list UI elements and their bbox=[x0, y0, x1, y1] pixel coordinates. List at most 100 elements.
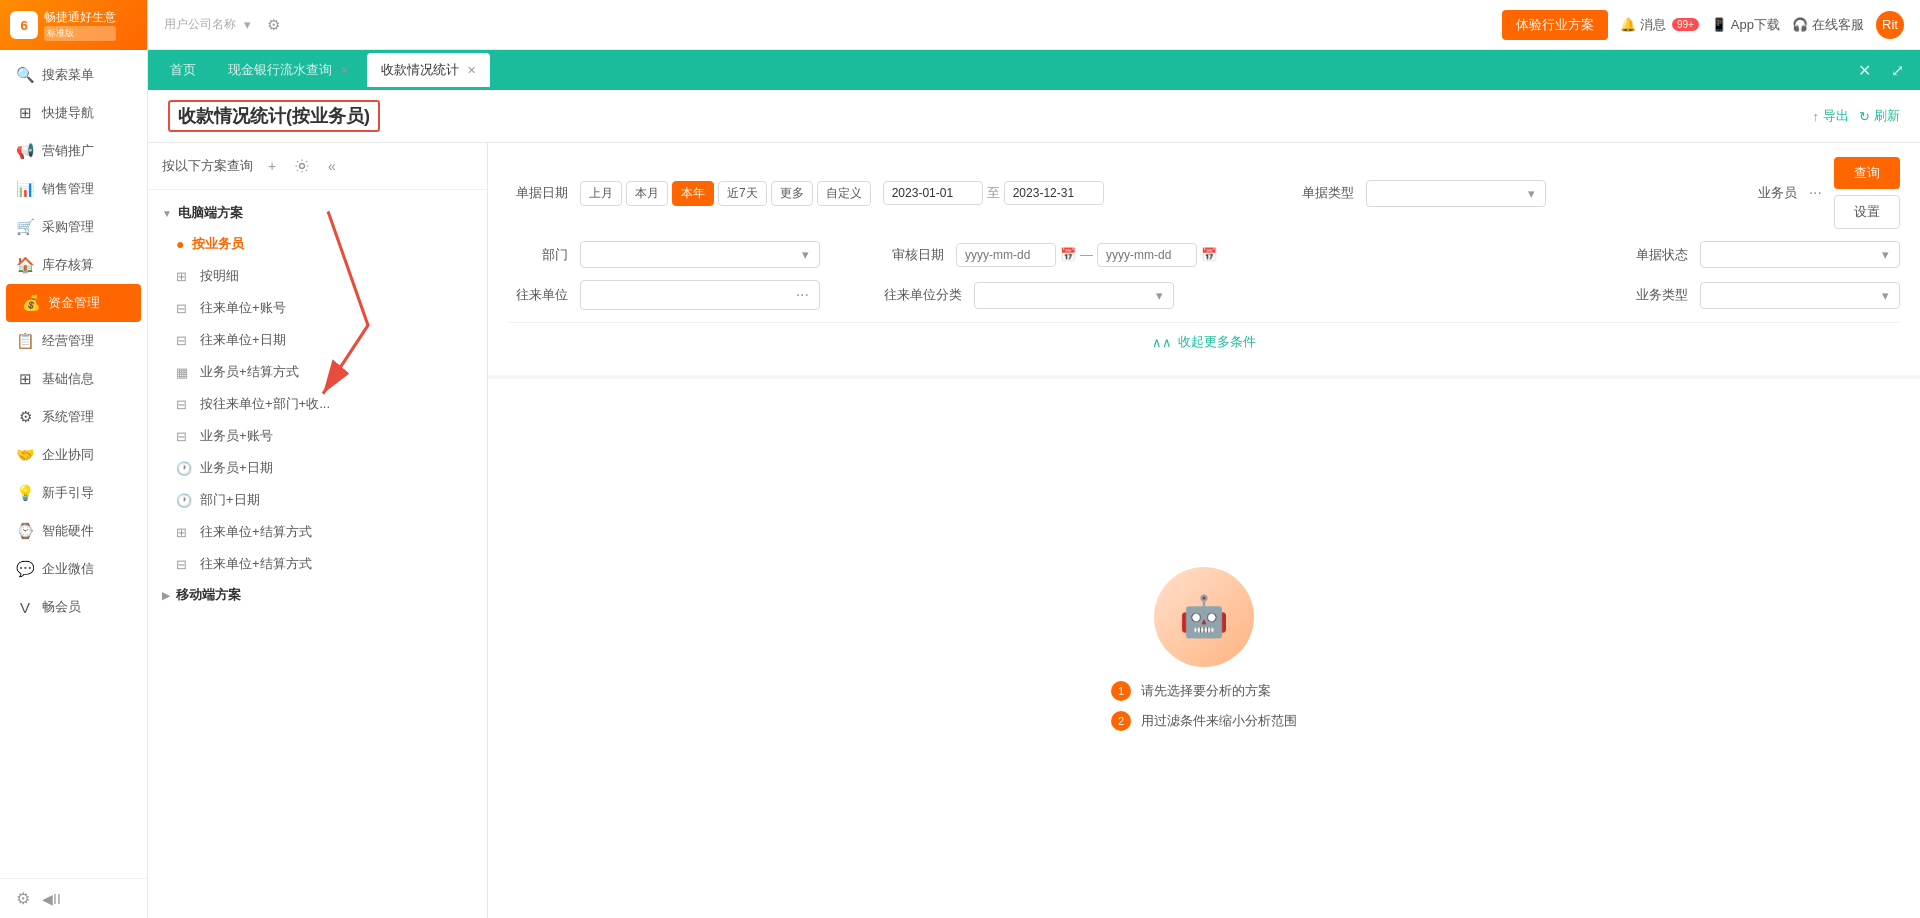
sidebar-item-inventory[interactable]: 🏠 库存核算 bbox=[0, 246, 147, 284]
scheme-group-label: 电脑端方案 bbox=[178, 204, 243, 222]
sidebar-item-enterprise[interactable]: 🤝 企业协同 bbox=[0, 436, 147, 474]
message-badge: 99+ bbox=[1672, 18, 1699, 31]
counterpart-select[interactable]: ··· bbox=[580, 280, 820, 310]
doc-status-select[interactable]: ▾ bbox=[1700, 241, 1900, 268]
scheme-item-salesman-date[interactable]: 🕐 业务员+日期 bbox=[148, 452, 487, 484]
shortcut-more[interactable]: 更多 bbox=[771, 181, 813, 206]
sidebar-item-member[interactable]: V 畅会员 bbox=[0, 588, 147, 626]
sidebar-item-label: 基础信息 bbox=[42, 370, 94, 388]
chevron-down3-icon: ▾ bbox=[1882, 247, 1889, 262]
sidebar-item-basics[interactable]: ⊞ 基础信息 bbox=[0, 360, 147, 398]
sidebar-item-search[interactable]: 🔍 搜索菜单 bbox=[0, 56, 147, 94]
online-service-btn[interactable]: 🎧 在线客服 bbox=[1792, 16, 1864, 34]
shortcut-last-month[interactable]: 上月 bbox=[580, 181, 622, 206]
breadcrumb-area: 用户公司名称 ▾ ⚙ bbox=[164, 16, 1490, 34]
scheme-item-unit-settle1[interactable]: ⊞ 往来单位+结算方式 bbox=[148, 516, 487, 548]
edition-badge: 标准版 bbox=[44, 26, 116, 41]
message-btn[interactable]: 🔔 消息 99+ bbox=[1620, 16, 1699, 34]
doc-type-select[interactable]: ▾ bbox=[1366, 180, 1546, 207]
dropdown-icon[interactable]: ▾ bbox=[244, 17, 251, 32]
calendar-icon[interactable]: 📅 bbox=[1060, 247, 1076, 262]
tab-cash[interactable]: 现金银行流水查询 ✕ bbox=[214, 53, 363, 87]
biz-type-select[interactable]: ▾ bbox=[1700, 282, 1900, 309]
grid2-icon: ⊞ bbox=[16, 370, 34, 388]
sidebar-item-hardware[interactable]: ⌚ 智能硬件 bbox=[0, 512, 147, 550]
scheme-settings-btn[interactable] bbox=[291, 155, 313, 177]
review-date-end-input[interactable] bbox=[1097, 243, 1197, 267]
export-btn[interactable]: ↑ 导出 bbox=[1813, 107, 1850, 125]
tab-receipt[interactable]: 收款情况统计 ✕ bbox=[367, 53, 490, 87]
footer-settings-icon[interactable]: ⚙ bbox=[16, 889, 30, 908]
trial-btn[interactable]: 体验行业方案 bbox=[1502, 10, 1608, 40]
gear-settings-icon[interactable]: ⚙ bbox=[267, 16, 280, 34]
handshake-icon: 🤝 bbox=[16, 446, 34, 464]
scheme-item-label: 往来单位+结算方式 bbox=[200, 555, 312, 573]
scheme-group-desktop-header[interactable]: ▼ 电脑端方案 bbox=[148, 198, 487, 228]
date-label: 单据日期 bbox=[508, 184, 568, 202]
review-date-label: 审核日期 bbox=[884, 246, 944, 264]
scheme-item-unit-dept[interactable]: ⊟ 按往来单位+部门+收... bbox=[148, 388, 487, 420]
scheme-item-salesman-account[interactable]: ⊟ 业务员+账号 bbox=[148, 420, 487, 452]
sidebar-item-quicknav[interactable]: ⊞ 快捷导航 bbox=[0, 94, 147, 132]
scheme-item-salesman-settle[interactable]: ▦ 业务员+结算方式 bbox=[148, 356, 487, 388]
tab-maximize-btn[interactable]: ⤢ bbox=[1883, 57, 1912, 84]
sidebar-item-guide[interactable]: 💡 新手引导 bbox=[0, 474, 147, 512]
step-num-2: 2 bbox=[1111, 711, 1131, 731]
sidebar-item-label: 系统管理 bbox=[42, 408, 94, 426]
add-scheme-btn[interactable]: + bbox=[261, 155, 283, 177]
grid3-icon: ⊞ bbox=[176, 525, 192, 540]
collapse-panel-btn[interactable]: « bbox=[321, 155, 343, 177]
sidebar-item-sales[interactable]: 📊 销售管理 bbox=[0, 170, 147, 208]
refresh-btn[interactable]: ↻ 刷新 bbox=[1859, 107, 1900, 125]
phone-icon: 📱 bbox=[1711, 17, 1727, 32]
calendar2-icon[interactable]: 📅 bbox=[1201, 247, 1217, 262]
scheme-group-mobile: ▶ 移动端方案 bbox=[148, 580, 487, 610]
shortcut-this-month[interactable]: 本月 bbox=[626, 181, 668, 206]
review-date-start-input[interactable] bbox=[956, 243, 1056, 267]
shortcut-7days[interactable]: 近7天 bbox=[718, 181, 767, 206]
scheme-item-unit-date[interactable]: ⊟ 往来单位+日期 bbox=[148, 324, 487, 356]
date-end-input[interactable] bbox=[1004, 181, 1104, 205]
dept-select[interactable]: ▾ bbox=[580, 241, 820, 268]
scheme-item-unit-settle2[interactable]: ⊟ 往来单位+结算方式 bbox=[148, 548, 487, 580]
counterpart-cat-label: 往来单位分类 bbox=[884, 286, 962, 304]
house-icon: 🏠 bbox=[16, 256, 34, 274]
tab-cash-close[interactable]: ✕ bbox=[340, 64, 349, 77]
shortcut-this-year[interactable]: 本年 bbox=[672, 181, 714, 206]
query-btn[interactable]: 查询 bbox=[1834, 157, 1900, 189]
app-download-btn[interactable]: 📱 App下载 bbox=[1711, 16, 1780, 34]
logo-area: 6 畅捷通好生意 标准版 bbox=[0, 0, 147, 50]
tab-receipt-close[interactable]: ✕ bbox=[467, 64, 476, 77]
export-icon: ↑ bbox=[1813, 109, 1820, 124]
scheme-item-salesman[interactable]: ● 按业务员 bbox=[148, 228, 487, 260]
filter-row-3: 往来单位 ··· 往来单位分类 ▾ 业务类型 ▾ bbox=[508, 280, 1900, 310]
date-start-input[interactable] bbox=[883, 181, 983, 205]
sidebar-item-marketing[interactable]: 📢 营销推广 bbox=[0, 132, 147, 170]
sidebar-item-label: 销售管理 bbox=[42, 180, 94, 198]
scheme-group-mobile-header[interactable]: ▶ 移动端方案 bbox=[148, 580, 487, 610]
counterpart-more-btn[interactable]: ··· bbox=[796, 286, 809, 304]
tab-close-all-btn[interactable]: ✕ bbox=[1850, 57, 1879, 84]
shortcut-custom[interactable]: 自定义 bbox=[817, 181, 871, 206]
scheme-item-dept-date[interactable]: 🕐 部门+日期 bbox=[148, 484, 487, 516]
filter-row-1: 单据日期 上月 本月 本年 近7天 更多 自定义 至 bbox=[508, 157, 1900, 229]
footer-collapse-icon[interactable]: ◀II bbox=[42, 891, 61, 907]
sidebar-item-finance[interactable]: 💰 资金管理 bbox=[6, 284, 141, 322]
collapse-up-icon: ∧∧ bbox=[1152, 335, 1172, 350]
collapse-bar[interactable]: ∧∧ 收起更多条件 bbox=[508, 322, 1900, 361]
sidebar-item-wechat[interactable]: 💬 企业微信 bbox=[0, 550, 147, 588]
scheme-item-label: 业务员+日期 bbox=[200, 459, 273, 477]
counterpart-cat-select[interactable]: ▾ bbox=[974, 282, 1174, 309]
sidebar-item-operation[interactable]: 📋 经营管理 bbox=[0, 322, 147, 360]
sidebar-item-purchase[interactable]: 🛒 采购管理 bbox=[0, 208, 147, 246]
settings-btn[interactable]: 设置 bbox=[1834, 195, 1900, 229]
avatar-text: Rit bbox=[1882, 17, 1898, 32]
salesman-more-btn[interactable]: ··· bbox=[1809, 184, 1822, 202]
scheme-item-label: 按明细 bbox=[200, 267, 239, 285]
sidebar-item-system[interactable]: ⚙ 系统管理 bbox=[0, 398, 147, 436]
tab-receipt-label: 收款情况统计 bbox=[381, 61, 459, 79]
scheme-item-unit-account[interactable]: ⊟ 往来单位+账号 bbox=[148, 292, 487, 324]
user-avatar[interactable]: Rit bbox=[1876, 11, 1904, 39]
tab-home[interactable]: 首页 bbox=[156, 53, 210, 87]
scheme-item-detail[interactable]: ⊞ 按明细 bbox=[148, 260, 487, 292]
